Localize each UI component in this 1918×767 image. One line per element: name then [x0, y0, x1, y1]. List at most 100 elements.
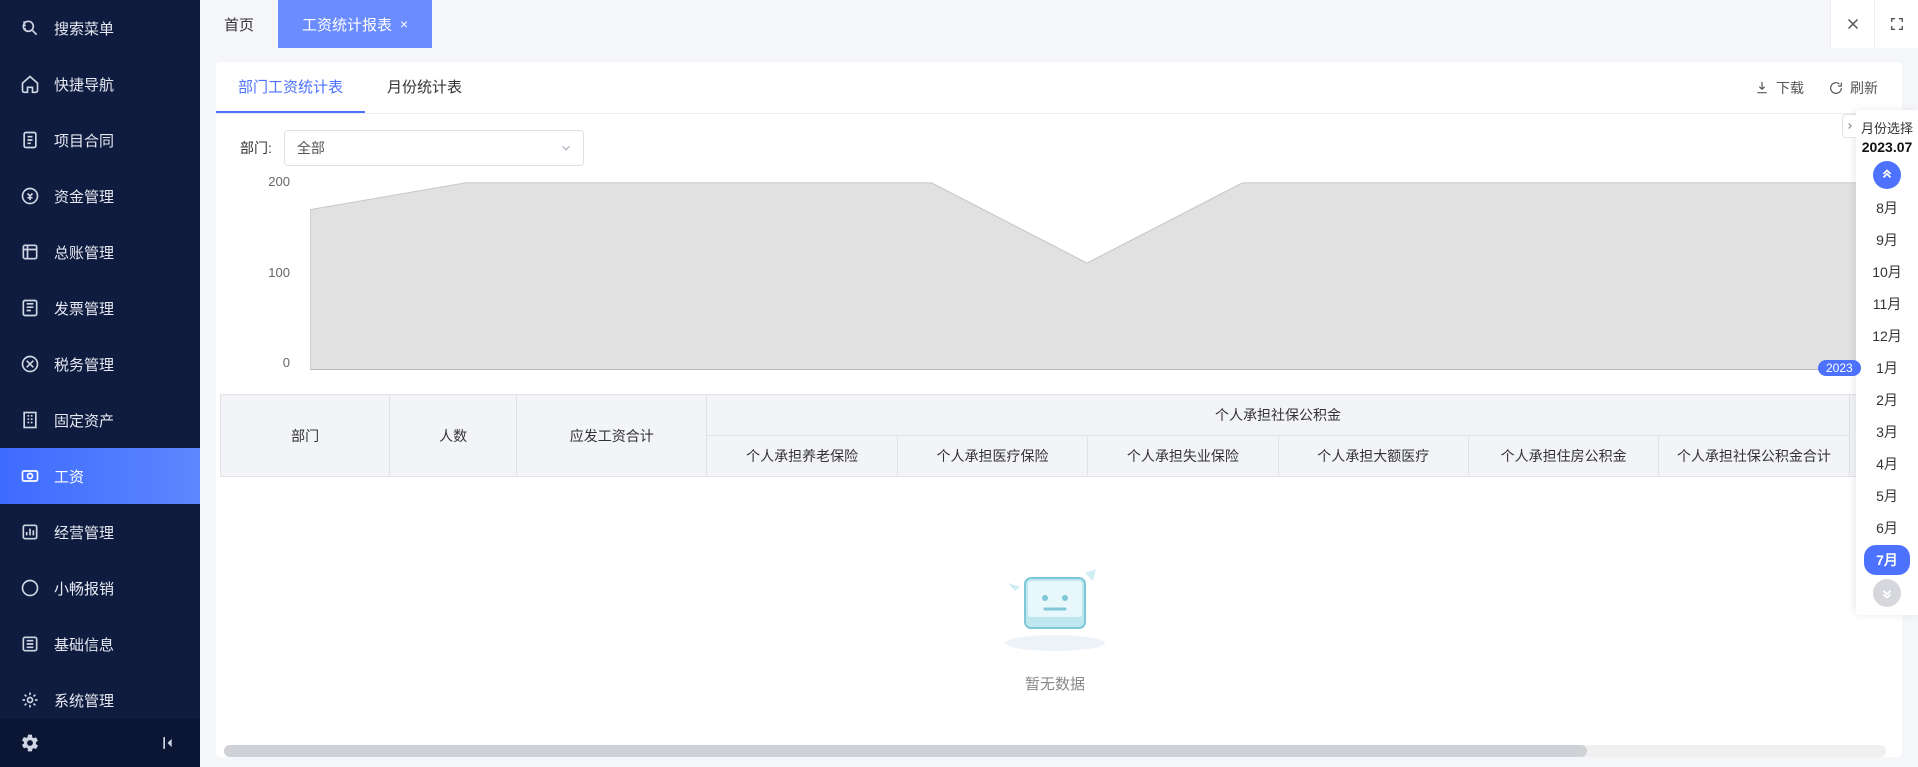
refresh-icon	[1828, 80, 1844, 96]
month-scroll-down[interactable]	[1873, 579, 1901, 607]
chevron-down-icon	[559, 141, 573, 155]
month-option-8[interactable]: 4月	[1864, 449, 1910, 479]
y-tick: 200	[268, 174, 290, 189]
info-icon	[20, 634, 40, 654]
th-count: 人数	[390, 395, 517, 477]
sidebar-item-11[interactable]: 基础信息	[0, 616, 200, 672]
chart: 200 100 0	[240, 174, 1874, 384]
month-option-7[interactable]: 3月	[1864, 417, 1910, 447]
nav-tab-1[interactable]: 工资统计报表 ×	[278, 0, 432, 48]
sidebar-item-1[interactable]: 快捷导航	[0, 56, 200, 112]
month-option-3[interactable]: 11月	[1864, 289, 1910, 319]
sidebar-item-10[interactable]: 小畅报销	[0, 560, 200, 616]
th-dept: 部门	[221, 395, 390, 477]
y-tick: 100	[268, 265, 290, 280]
main-content: 部门工资统计表月份统计表 下载 刷新 部门: 全部	[200, 48, 1918, 767]
sidebar-item-label: 小畅报销	[54, 578, 114, 599]
download-icon	[1754, 80, 1770, 96]
subheader: 部门工资统计表月份统计表 下载 刷新	[216, 62, 1898, 114]
dept-select[interactable]: 全部	[284, 130, 584, 166]
sidebar-item-label: 经营管理	[54, 522, 114, 543]
th-sub-1: 个人承担医疗保险	[897, 436, 1087, 477]
download-label: 下载	[1776, 78, 1804, 98]
month-option-6[interactable]: 2月	[1864, 385, 1910, 415]
month-option-9[interactable]: 5月	[1864, 481, 1910, 511]
sidebar-item-3[interactable]: 资金管理	[0, 168, 200, 224]
nav-tab-label: 工资统计报表	[302, 14, 392, 35]
sidebar-item-4[interactable]: 总账管理	[0, 224, 200, 280]
refresh-button[interactable]: 刷新	[1828, 78, 1878, 98]
y-tick: 0	[283, 355, 290, 370]
download-button[interactable]: 下载	[1754, 78, 1804, 98]
chart-plot	[310, 174, 1864, 370]
sidebar-item-6[interactable]: 税务管理	[0, 336, 200, 392]
empty-text: 暂无数据	[1025, 673, 1085, 694]
th-sub-5: 个人承担社保公积金合计	[1659, 436, 1849, 477]
empty-state: 暂无数据	[220, 477, 1890, 739]
dept-select-value: 全部	[297, 138, 325, 158]
invoice-icon	[20, 298, 40, 318]
sidebar-item-label: 快捷导航	[54, 74, 114, 95]
month-option-0[interactable]: 8月	[1864, 193, 1910, 223]
search-list-icon	[20, 18, 40, 38]
sidebar-item-9[interactable]: 经营管理	[0, 504, 200, 560]
topbar: 首页 工资统计报表 ×	[200, 0, 1918, 48]
nav-tab-0[interactable]: 首页	[200, 0, 278, 48]
th-sub-3: 个人承担大额医疗	[1278, 436, 1468, 477]
report-card: 部门工资统计表月份统计表 下载 刷新 部门: 全部	[216, 62, 1902, 757]
dept-filter-label: 部门:	[240, 138, 272, 158]
home-icon	[20, 74, 40, 94]
collapse-sidebar-icon[interactable]	[160, 733, 180, 753]
salary-icon	[20, 466, 40, 486]
sidebar-item-8[interactable]: 工资	[0, 448, 200, 504]
th-sub-0: 个人承担养老保险	[707, 436, 897, 477]
month-panel-current: 2023.07	[1862, 139, 1913, 161]
month-selector-panel: 月份选择 2023.07 8月9月10月11月12月1月20232月3月4月5月…	[1856, 110, 1918, 615]
sidebar-item-12[interactable]: 系统管理	[0, 672, 200, 719]
scrollbar-thumb[interactable]	[224, 745, 1587, 757]
nav-tab-label: 首页	[224, 14, 254, 35]
refresh-label: 刷新	[1850, 78, 1878, 98]
reimburse-icon	[20, 578, 40, 598]
gear-icon[interactable]	[20, 733, 40, 753]
month-panel-title: 月份选择	[1861, 116, 1913, 139]
month-option-11[interactable]: 7月	[1864, 545, 1910, 575]
month-scroll-up[interactable]	[1873, 161, 1901, 189]
contract-icon	[20, 130, 40, 150]
th-gross: 应发工资合计	[517, 395, 707, 477]
system-icon	[20, 690, 40, 710]
sidebar-item-7[interactable]: 固定资产	[0, 392, 200, 448]
subtab-0[interactable]: 部门工资统计表	[216, 62, 365, 113]
month-panel-collapse[interactable]	[1842, 114, 1856, 138]
month-option-10[interactable]: 6月	[1864, 513, 1910, 543]
sidebar-item-2[interactable]: 项目合同	[0, 112, 200, 168]
sidebar-item-label: 固定资产	[54, 410, 114, 431]
th-sub-4: 个人承担住房公积金	[1468, 436, 1658, 477]
fullscreen-button[interactable]	[1874, 0, 1918, 48]
close-all-tabs-button[interactable]	[1830, 0, 1874, 48]
sidebar-item-label: 基础信息	[54, 634, 114, 655]
sidebar-item-0[interactable]: 搜索菜单	[0, 0, 200, 56]
subtab-1[interactable]: 月份统计表	[365, 62, 484, 113]
money-bag-icon	[20, 186, 40, 206]
sidebar-item-label: 项目合同	[54, 130, 114, 151]
table-area: 部门 人数 应发工资合计 个人承担社保公积金 公司承担 个人承担养老保险个人承担…	[220, 394, 1890, 757]
ledger-icon	[20, 242, 40, 262]
month-option-2[interactable]: 10月	[1864, 257, 1910, 287]
sidebar-item-label: 搜索菜单	[54, 18, 114, 39]
sidebar: 搜索菜单快捷导航项目合同资金管理总账管理发票管理税务管理固定资产工资经营管理小畅…	[0, 0, 200, 767]
th-sub-2: 个人承担失业保险	[1088, 436, 1278, 477]
month-option-4[interactable]: 12月	[1864, 321, 1910, 351]
sidebar-item-label: 总账管理	[54, 242, 114, 263]
building-icon	[20, 410, 40, 430]
month-option-5[interactable]: 1月2023	[1864, 353, 1910, 383]
filter-row: 部门: 全部	[216, 114, 1898, 174]
close-icon[interactable]: ×	[400, 17, 408, 31]
horizontal-scrollbar[interactable]	[224, 745, 1886, 757]
tax-icon	[20, 354, 40, 374]
sidebar-item-label: 发票管理	[54, 298, 114, 319]
sidebar-item-5[interactable]: 发票管理	[0, 280, 200, 336]
sidebar-item-label: 税务管理	[54, 354, 114, 375]
month-option-1[interactable]: 9月	[1864, 225, 1910, 255]
th-group-personal: 个人承担社保公积金	[707, 395, 1849, 436]
